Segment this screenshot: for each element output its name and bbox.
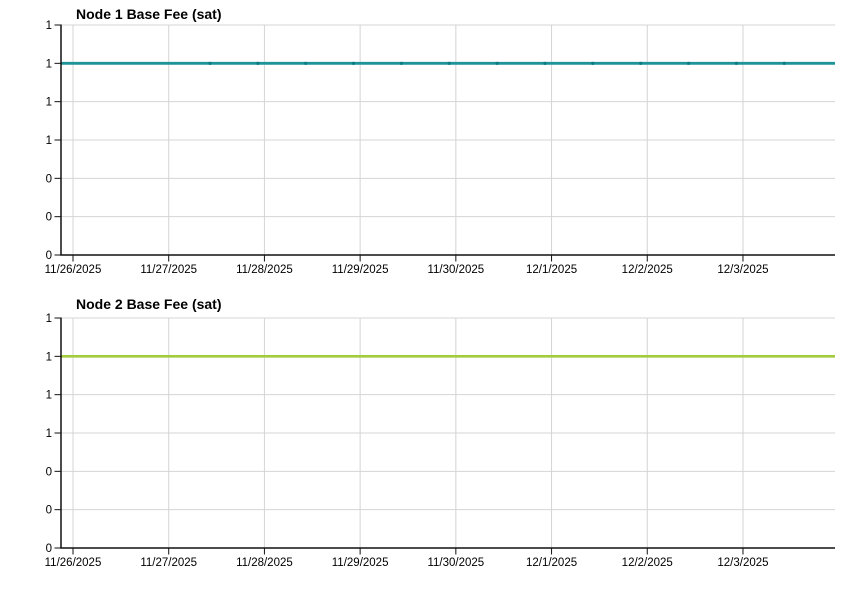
y-tick-label: 1	[46, 20, 52, 32]
x-tick-label: 11/26/2025	[45, 264, 102, 276]
chart1-title: Node 1 Base Fee (sat)	[76, 6, 222, 22]
chart-node1-base-fee: 1 1 1 1 0 0 0 11/26/2025 11/27/2025 11/28/2025 11/…	[45, 20, 835, 276]
x-tick-label: 11/27/2025	[140, 264, 197, 276]
y-tick-label: 1	[46, 428, 52, 440]
series-marker	[304, 62, 307, 65]
series-marker	[208, 62, 211, 65]
y-tick-label: 1	[46, 58, 52, 70]
y-tick-label: 1	[46, 351, 52, 363]
y-tick-label: 0	[46, 543, 52, 555]
x-tick-label: 12/3/2025	[717, 264, 768, 276]
x-tick-label: 11/28/2025	[236, 557, 293, 569]
x-tick-label: 12/1/2025	[526, 264, 577, 276]
x-tick-label: 11/30/2025	[427, 264, 484, 276]
y-tick-label: 0	[46, 505, 52, 517]
y-tick-label: 0	[46, 173, 52, 185]
y-tick-label: 0	[46, 212, 52, 224]
series-marker	[543, 62, 546, 65]
y-tick-label: 0	[46, 250, 52, 262]
y-tick-label: 1	[46, 390, 52, 402]
series-marker	[639, 62, 642, 65]
charts-svg: 1 1 1 1 0 0 0 11/26/2025 11/27/2025 11/28/2025 11/…	[0, 0, 860, 600]
base-fee-dashboard: 1 1 1 1 0 0 0 11/26/2025 11/27/2025 11/28/2025 11/…	[0, 0, 860, 600]
series-marker	[256, 62, 259, 65]
chart-node2-base-fee: 1 1 1 1 0 0 0 11/26/2025 11/27/2025 11/28/2025 11/…	[45, 313, 835, 569]
chart2-title: Node 2 Base Fee (sat)	[76, 296, 222, 312]
x-tick-label: 12/1/2025	[526, 557, 577, 569]
series-marker	[783, 62, 786, 65]
y-tick-label: 1	[46, 313, 52, 325]
x-tick-label: 11/29/2025	[332, 557, 389, 569]
series-marker	[352, 62, 355, 65]
y-tick-label: 0	[46, 466, 52, 478]
x-tick-label: 12/3/2025	[717, 557, 768, 569]
x-tick-label: 11/27/2025	[140, 557, 197, 569]
x-tick-label: 12/2/2025	[622, 264, 673, 276]
series-marker	[496, 62, 499, 65]
y-tick-label: 1	[46, 97, 52, 109]
x-tick-label: 11/29/2025	[332, 264, 389, 276]
x-tick-label: 12/2/2025	[622, 557, 673, 569]
x-tick-label: 11/28/2025	[236, 264, 293, 276]
series-marker	[400, 62, 403, 65]
x-tick-label: 11/26/2025	[45, 557, 102, 569]
series-marker	[735, 62, 738, 65]
series-marker	[687, 62, 690, 65]
x-tick-label: 11/30/2025	[427, 557, 484, 569]
y-tick-label: 1	[46, 135, 52, 147]
series-marker	[448, 62, 451, 65]
series-marker	[591, 62, 594, 65]
